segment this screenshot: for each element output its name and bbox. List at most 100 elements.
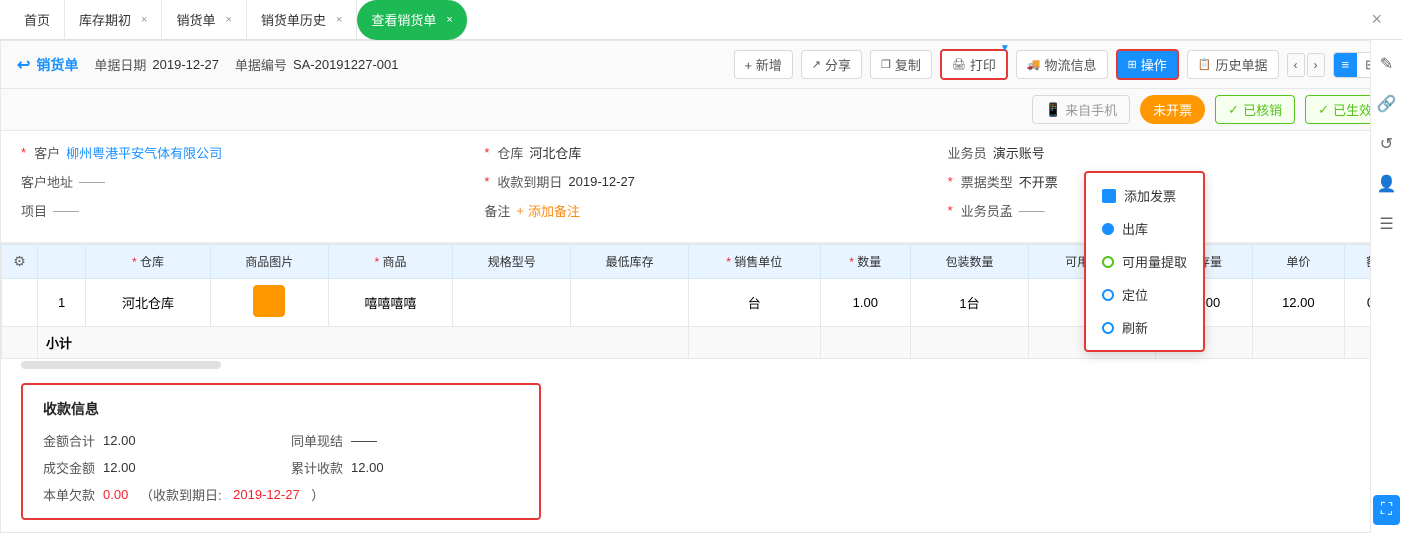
collection-grid: 金额合计 12.00 同单现结 —— 成交金额 12.00 累计收款 12.00… xyxy=(43,431,519,504)
status-row: 📱 来自手机 未开票 ✓ 已核销 ✓ 已生效 xyxy=(1,89,1401,131)
add-invoice-item[interactable]: 添加发票 xyxy=(1086,179,1203,212)
circle-icon xyxy=(1102,223,1114,235)
collection-info-box: 收款信息 金额合计 12.00 同单现结 —— 成交金额 12.00 累计收款 … xyxy=(21,383,541,520)
from-phone-btn[interactable]: 📱 来自手机 xyxy=(1032,95,1130,124)
share-button[interactable]: ↗ 分享 xyxy=(801,50,862,79)
available-qty-item[interactable]: 可用量提取 xyxy=(1086,245,1203,278)
total-amount-item: 金额合计 12.00 xyxy=(43,431,271,450)
tab-bar: 首页 库存期初 × 销货单 × 销货单历史 × 查看销货单 × × xyxy=(0,0,1402,40)
tab-inventory-init[interactable]: 库存期初 × xyxy=(65,0,162,40)
subtotal-pack xyxy=(911,327,1029,359)
col-no xyxy=(38,245,86,279)
collection-title: 收款信息 xyxy=(43,399,519,419)
payment-date-field: * 收款到期日 2019-12-27 xyxy=(484,172,917,191)
col-spec: 规格型号 xyxy=(453,245,571,279)
col-quantity: 数量 xyxy=(820,245,911,279)
tab-sales-order[interactable]: 销货单 × xyxy=(162,0,246,40)
cumulative-item: 累计收款 12.00 xyxy=(291,458,519,477)
logistics-button[interactable]: 🚚 物流信息 xyxy=(1016,50,1108,79)
row-quantity: 1.00 xyxy=(820,279,911,327)
subtotal-label: 小计 xyxy=(38,327,689,359)
col-min-stock: 最低库存 xyxy=(571,245,689,279)
prev-arrow[interactable]: ‹ xyxy=(1287,53,1305,77)
right-sidebar: ✎ 🔗 ↺ 👤 ☰ ⛶ xyxy=(1370,40,1402,533)
tab-close-inventory[interactable]: × xyxy=(141,14,147,26)
row-warehouse: 河北仓库 xyxy=(86,279,211,327)
sidebar-edit-icon[interactable]: ✎ xyxy=(1374,48,1399,80)
subtotal-price xyxy=(1253,327,1344,359)
history-button[interactable]: 📋 历史单据 xyxy=(1187,50,1279,79)
print-button[interactable]: 🖨 打印 ▼ xyxy=(940,49,1008,80)
circle-outline-icon1 xyxy=(1102,256,1114,268)
col-settings: ⚙ xyxy=(2,245,38,279)
h-scrollbar[interactable] xyxy=(21,361,221,369)
row-spec xyxy=(453,279,571,327)
row-min-stock xyxy=(571,279,689,327)
sidebar-list-icon[interactable]: ☰ xyxy=(1373,208,1399,240)
col-unit-price: 单价 xyxy=(1253,245,1344,279)
row-sales-unit: 台 xyxy=(689,279,821,327)
circle-outline-icon2 xyxy=(1102,289,1114,301)
gear-icon[interactable]: ⚙ xyxy=(13,253,26,269)
subtotal-unit xyxy=(689,327,821,359)
doc-meta: 单据日期 2019-12-27 单据编号 SA-20191227-001 xyxy=(94,55,398,74)
doc-type-label: ↩ 销货单 xyxy=(17,55,78,75)
next-arrow[interactable]: › xyxy=(1307,53,1325,77)
locate-item[interactable]: 定位 xyxy=(1086,278,1203,311)
header-actions: + 新增 ↗ 分享 ❐ 复制 🖨 打印 ▼ 🚚 物流信息 ⊞ 操作 xyxy=(734,49,1386,80)
tab-close-sales[interactable]: × xyxy=(225,14,231,26)
copy-button[interactable]: ❐ 复制 xyxy=(870,50,932,79)
row-product-img xyxy=(210,279,328,327)
addr-field: 客户地址 —— xyxy=(21,172,454,191)
not-open-btn[interactable]: 未开票 xyxy=(1140,95,1205,124)
tab-sales-history[interactable]: 销货单历史 × xyxy=(247,0,357,40)
add-remark-btn[interactable]: + 添加备注 xyxy=(516,201,580,220)
transaction-item: 同单现结 —— xyxy=(291,431,519,450)
arrears-item: 本单欠款 0.00 （收款到期日: 2019-12-27 ） xyxy=(43,485,519,504)
tab-view-sales[interactable]: 查看销货单 × xyxy=(357,0,467,40)
sidebar-refresh-icon[interactable]: ↺ xyxy=(1374,128,1399,160)
sidebar-link-icon[interactable]: 🔗 xyxy=(1371,88,1402,120)
col-product-img: 商品图片 xyxy=(210,245,328,279)
remark-field: 备注 + 添加备注 xyxy=(484,201,917,220)
customer-field: * 客户 柳州粤港平安气体有限公司 xyxy=(21,143,454,162)
operation-button[interactable]: ⊞ 操作 xyxy=(1116,49,1179,80)
confirmed-btn[interactable]: ✓ 已核销 xyxy=(1215,95,1295,124)
row-unit-price: 12.00 xyxy=(1253,279,1344,327)
row-pack-qty: 1台 xyxy=(911,279,1029,327)
tab-close-history[interactable]: × xyxy=(336,14,342,26)
col-product: 商品 xyxy=(328,245,453,279)
phone-icon: 📱 xyxy=(1045,102,1061,118)
circle-outline-icon3 xyxy=(1102,322,1114,334)
square-icon xyxy=(1102,189,1116,203)
new-button[interactable]: + 新增 xyxy=(734,50,793,79)
window-close-button[interactable]: × xyxy=(1361,9,1392,30)
employee-field: 业务员 演示账号 xyxy=(948,143,1381,162)
warehouse-field: * 仓库 河北仓库 xyxy=(484,143,917,162)
doc-header: ↩ 销货单 单据日期 2019-12-27 单据编号 SA-20191227-0… xyxy=(1,41,1401,89)
col-warehouse: 仓库 xyxy=(86,245,211,279)
subtotal-empty-1 xyxy=(2,327,38,359)
sidebar-expand-icon[interactable]: ⛶ xyxy=(1373,495,1400,525)
row-product: 嘻嘻嘻嘻 xyxy=(328,279,453,327)
col-pack-qty: 包装数量 xyxy=(911,245,1029,279)
col-sales-unit: 销售单位 xyxy=(689,245,821,279)
nav-arrows: ‹ › xyxy=(1287,53,1325,77)
doc-date: 单据日期 2019-12-27 xyxy=(94,55,219,74)
operation-dropdown: 添加发票 出库 可用量提取 定位 刷新 xyxy=(1084,171,1205,352)
row-no: 1 xyxy=(38,279,86,327)
tab-home[interactable]: 首页 xyxy=(10,0,65,40)
row-settings xyxy=(2,279,38,327)
refresh-item[interactable]: 刷新 xyxy=(1086,311,1203,344)
view-list-btn[interactable]: ≡ xyxy=(1334,53,1358,77)
ship-out-item[interactable]: 出库 xyxy=(1086,212,1203,245)
form-row-1: * 客户 柳州粤港平安气体有限公司 * 仓库 河北仓库 业务员 演示账号 xyxy=(21,143,1381,162)
check2-icon: ✓ xyxy=(1318,102,1329,118)
check-icon: ✓ xyxy=(1228,102,1239,118)
product-image xyxy=(253,285,285,317)
subtotal-qty xyxy=(820,327,911,359)
project-field: 项目 —— xyxy=(21,201,454,220)
doc-number: 单据编号 SA-20191227-001 xyxy=(235,55,399,74)
tab-close-view[interactable]: × xyxy=(446,14,452,26)
sidebar-person-icon[interactable]: 👤 xyxy=(1371,168,1402,200)
